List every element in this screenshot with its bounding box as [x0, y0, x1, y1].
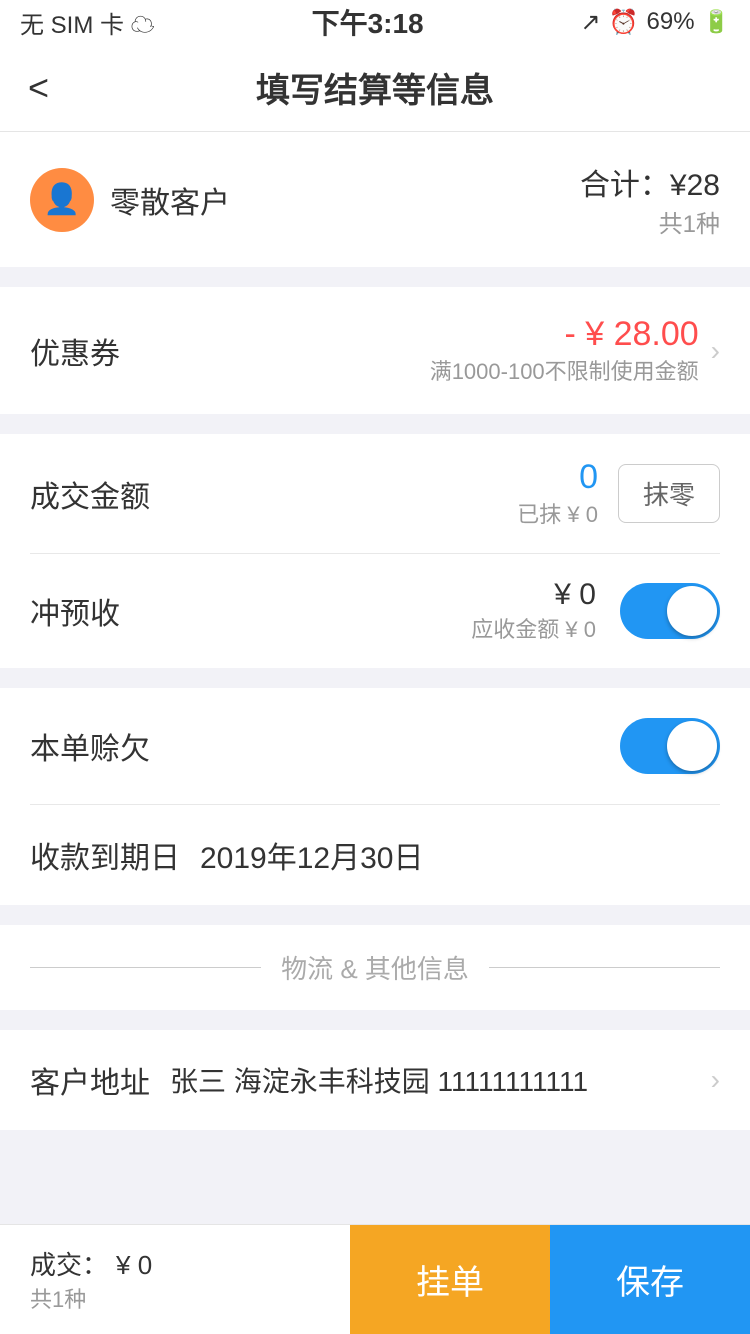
toggle-circle [667, 586, 717, 636]
customer-section: 👤 零散客户 合计：¥28 共1种 [0, 132, 750, 267]
header-line-left [30, 967, 261, 968]
chong-yushou-info: ¥ 0 应收金额 ¥ 0 [471, 578, 596, 644]
chong-yushou-toggle[interactable] [620, 583, 720, 639]
sheqian-section: 本单赊欠 收款到期日 2019年12月30日 [0, 688, 750, 905]
customer-count: 共1种 [580, 204, 720, 239]
customer-avatar: 👤 [30, 168, 94, 232]
sheqian-label: 本单赊欠 [30, 724, 150, 768]
address-chevron-icon: › [711, 1064, 720, 1096]
chong-yushou-right: ¥ 0 应收金额 ¥ 0 [471, 578, 720, 644]
nav-bar: < 填写结算等信息 [0, 44, 750, 132]
chong-yushou-row: 冲预收 ¥ 0 应收金额 ¥ 0 [0, 554, 750, 668]
deal-amount-label: 成交金额 [30, 472, 150, 516]
bottom-summary-row: 成交： ¥ 0 [30, 1245, 320, 1282]
page-title: 填写结算等信息 [256, 63, 494, 112]
bottom-summary-count: 共1种 [30, 1282, 320, 1314]
coupon-row[interactable]: 优惠券 - ¥ 28.00 满1000-100不限制使用金额 › [0, 287, 750, 414]
location-icon: ↗ [581, 8, 601, 37]
address-value: 张三 海淀永丰科技园 11111111111 [170, 1060, 701, 1100]
deal-amount-sub: 已抹 ¥ 0 [517, 497, 598, 529]
chevron-right-icon: › [711, 335, 720, 367]
deal-amount-right: 0 已抹 ¥ 0 抹零 [517, 458, 720, 529]
chong-yushou-amount: ¥ 0 [471, 578, 596, 612]
logistics-section: 物流 & 其他信息 [0, 925, 750, 1010]
deal-amount-value: 0 [517, 458, 598, 497]
due-date-value: 2019年12月30日 [200, 833, 423, 877]
address-row[interactable]: 客户地址 张三 海淀永丰科技园 11111111111 › [0, 1030, 750, 1130]
alarm-icon: ⏰ [609, 8, 639, 37]
coupon-label: 优惠券 [30, 329, 120, 373]
hang-button-label: 挂单 [416, 1255, 484, 1304]
status-time: 下午3:18 [312, 2, 424, 42]
deal-amount-row: 成交金额 0 已抹 ¥ 0 抹零 [0, 434, 750, 553]
save-button[interactable]: 保存 [550, 1225, 750, 1334]
logistics-header-line: 物流 & 其他信息 [30, 949, 720, 986]
sheqian-toggle-circle [667, 721, 717, 771]
battery-icon: 🔋 [703, 9, 730, 35]
coupon-info: - ¥ 28.00 满1000-100不限制使用金额 [430, 315, 699, 386]
bottom-summary-amount: ¥ 0 [116, 1250, 152, 1281]
coupon-section: 优惠券 - ¥ 28.00 满1000-100不限制使用金额 › [0, 287, 750, 414]
status-bar: 无 SIM 卡 ☁ 下午3:18 ↗ ⏰ 69% 🔋 [0, 0, 750, 44]
battery-text: 69% [647, 8, 695, 36]
deal-section: 成交金额 0 已抹 ¥ 0 抹零 冲预收 ¥ 0 应收金额 ¥ 0 [0, 434, 750, 668]
bottom-summary: 成交： ¥ 0 共1种 [0, 1245, 350, 1314]
coupon-right: - ¥ 28.00 满1000-100不限制使用金额 › [430, 315, 720, 386]
status-right: ↗ ⏰ 69% 🔋 [581, 8, 730, 37]
deal-amount-info: 0 已抹 ¥ 0 [517, 458, 598, 529]
customer-right: 合计：¥28 共1种 [580, 160, 720, 239]
round-zero-button[interactable]: 抹零 [618, 464, 720, 523]
content: 👤 零散客户 合计：¥28 共1种 优惠券 - ¥ 28.00 满1000-10… [0, 132, 750, 1270]
customer-name: 零散客户 [110, 178, 230, 222]
save-button-label: 保存 [616, 1255, 684, 1304]
back-button[interactable]: < [28, 67, 49, 109]
due-date-row: 收款到期日 2019年12月30日 [0, 805, 750, 905]
header-line-right [489, 967, 720, 968]
address-label: 客户地址 [30, 1058, 150, 1102]
bottom-summary-title: 成交： [30, 1245, 108, 1282]
sheqian-toggle[interactable] [620, 718, 720, 774]
sheqian-row: 本单赊欠 [0, 688, 750, 804]
customer-row: 👤 零散客户 合计：¥28 共1种 [0, 132, 750, 267]
logistics-header-wrap: 物流 & 其他信息 [0, 925, 750, 1010]
coupon-desc: 满1000-100不限制使用金额 [430, 354, 699, 386]
customer-total: 合计：¥28 [580, 160, 720, 204]
chong-yushou-sub: 应收金额 ¥ 0 [471, 612, 596, 644]
bottom-bar: 成交： ¥ 0 共1种 挂单 保存 [0, 1224, 750, 1334]
signal-text: 无 SIM 卡 ☁ [20, 5, 155, 40]
avatar-icon: 👤 [43, 182, 80, 217]
customer-left: 👤 零散客户 [30, 168, 230, 232]
logistics-header-text: 物流 & 其他信息 [281, 949, 469, 986]
address-section: 客户地址 张三 海淀永丰科技园 11111111111 › [0, 1030, 750, 1130]
status-left: 无 SIM 卡 ☁ [20, 5, 155, 40]
coupon-amount: - ¥ 28.00 [430, 315, 699, 354]
due-date-label: 收款到期日 [30, 833, 180, 877]
hang-button[interactable]: 挂单 [350, 1225, 550, 1334]
chong-yushou-label: 冲预收 [30, 589, 120, 633]
